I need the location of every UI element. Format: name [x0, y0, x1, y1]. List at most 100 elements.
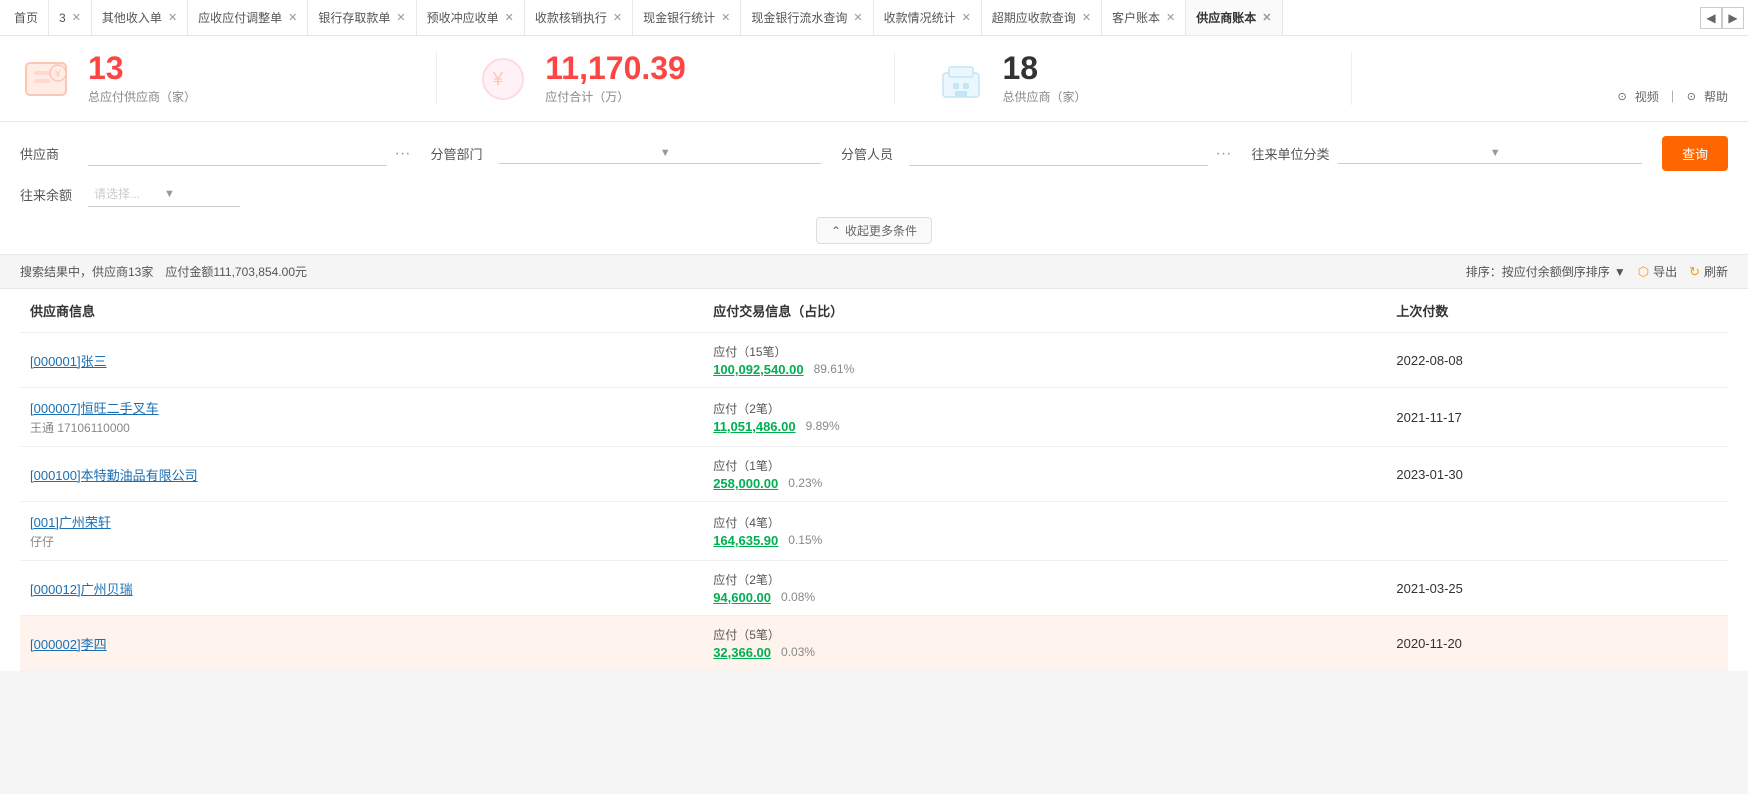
- circle-icon2: ⊙: [1687, 90, 1696, 103]
- supplier-payable-icon: ¥: [20, 53, 72, 105]
- table-row: [000012]广州贝瑞应付（2笔）94,600.000.08%2021-03-…: [20, 561, 1728, 616]
- payable-count: 应付（2笔）: [713, 571, 1376, 588]
- close-icon[interactable]: ✕: [1262, 11, 1271, 24]
- close-icon[interactable]: ✕: [72, 11, 81, 24]
- dept-dropdown[interactable]: ▼: [499, 143, 822, 164]
- nav-tab-collection-stats[interactable]: 收款情况统计 ✕: [874, 0, 982, 36]
- nav-tab-home[interactable]: 首页: [4, 0, 49, 36]
- payable-amount-link[interactable]: 11,051,486.00: [713, 419, 795, 434]
- balance-dropdown[interactable]: 请选择... ▼: [88, 181, 240, 207]
- nav-tab-payment-verify[interactable]: 收款核销执行 ✕: [525, 0, 633, 36]
- search-button[interactable]: 查询: [1662, 136, 1728, 171]
- supplier-input[interactable]: [88, 142, 387, 166]
- export-button[interactable]: ⬡ 导出: [1638, 263, 1677, 280]
- close-icon[interactable]: ✕: [721, 11, 730, 24]
- nav-tab-cash-bank-flow[interactable]: 现金银行流水查询 ✕: [741, 0, 873, 36]
- person-input[interactable]: [909, 142, 1208, 166]
- supplier-link[interactable]: [001]广州荣轩: [30, 515, 111, 530]
- payable-amount-link[interactable]: 164,635.90: [713, 533, 778, 548]
- nav-tab-bank-deposit[interactable]: 银行存取款单 ✕: [308, 0, 416, 36]
- supplier-link[interactable]: [000001]张三: [30, 354, 107, 369]
- nav-next-button[interactable]: ▶: [1722, 7, 1744, 29]
- balance-filter-label: 往来余额: [20, 185, 80, 204]
- close-icon[interactable]: ✕: [962, 11, 971, 24]
- payable-percentage: 0.15%: [788, 533, 822, 547]
- payable-count: 应付（5笔）: [713, 626, 1376, 643]
- payable-percentage: 0.03%: [781, 645, 815, 659]
- col-header-payable: 应付交易信息（占比）: [703, 289, 1386, 333]
- stat-label-payable: 总应付供应商（家）: [88, 88, 196, 105]
- payable-count: 应付（2笔）: [713, 400, 1376, 417]
- nav-tab-overdue-ar[interactable]: 超期应收款查询 ✕: [982, 0, 1102, 36]
- close-icon[interactable]: ✕: [505, 11, 514, 24]
- close-icon[interactable]: ✕: [853, 11, 862, 24]
- stat-number-all: 18: [1003, 52, 1087, 84]
- nav-tab-ar-ap-adjust[interactable]: 应收应付调整单 ✕: [188, 0, 308, 36]
- close-icon[interactable]: ✕: [288, 11, 297, 24]
- close-icon[interactable]: ✕: [613, 11, 622, 24]
- supplier-link[interactable]: [000002]李四: [30, 637, 107, 652]
- stats-bar: ¥ 13 总应付供应商（家） ¥ 11,170.39 应付合计（万）: [0, 36, 1748, 122]
- person-filter-label: 分管人员: [841, 144, 901, 163]
- stat-text-total: 11,170.39 应付合计（万）: [545, 52, 686, 105]
- chevron-down-icon-3: ▼: [164, 188, 234, 200]
- result-amount: 应付金额111,703,854.00元: [165, 263, 307, 280]
- category-dropdown[interactable]: ▼: [1338, 143, 1642, 164]
- video-link[interactable]: 视频: [1635, 88, 1659, 105]
- payable-percentage: 89.61%: [814, 362, 855, 376]
- result-bar-right: 排序：按应付余额倒序排序 ▼ ⬡ 导出 ↻ 刷新: [1466, 263, 1728, 280]
- stat-number-payable: 13: [88, 52, 196, 84]
- supplier-link[interactable]: [000012]广州贝瑞: [30, 582, 133, 597]
- sort-button[interactable]: 排序：按应付余额倒序排序 ▼: [1466, 263, 1626, 280]
- stat-label-total: 应付合计（万）: [545, 88, 686, 105]
- nav-prev-button[interactable]: ◀: [1700, 7, 1722, 29]
- person-dots-icon[interactable]: ···: [1216, 145, 1232, 163]
- refresh-button[interactable]: ↻ 刷新: [1689, 263, 1728, 280]
- payable-percentage: 9.89%: [806, 419, 840, 433]
- stat-text-payable: 13 总应付供应商（家）: [88, 52, 196, 105]
- supplier-link[interactable]: [000100]本特勤油品有限公司: [30, 468, 198, 483]
- nav-tab-customer-ledger[interactable]: 客户账本 ✕: [1102, 0, 1186, 36]
- table-area: 供应商信息 应付交易信息（占比） 上次付数 [000001]张三应付（15笔）1…: [0, 289, 1748, 671]
- supplier-sub-info: 仔仔: [30, 533, 693, 550]
- supplier-sub-info: 王通 17106110000: [30, 419, 693, 436]
- last-payment-cell: 2022-08-08: [1386, 333, 1728, 388]
- payable-count: 应付（4笔）: [713, 514, 1376, 531]
- col-header-supplier: 供应商信息: [20, 289, 703, 333]
- payable-amount-link[interactable]: 32,366.00: [713, 645, 771, 660]
- all-suppliers-icon: [935, 53, 987, 105]
- close-icon[interactable]: ✕: [168, 11, 177, 24]
- col-header-last-payment: 上次付数: [1386, 289, 1728, 333]
- payable-info-cell: 应付（2笔）94,600.000.08%: [703, 561, 1386, 616]
- table-row: [000001]张三应付（15笔）100,092,540.0089.61%202…: [20, 333, 1728, 388]
- result-bar-left: 搜索结果中，供应商13家 应付金额111,703,854.00元: [20, 263, 307, 280]
- payable-amount-link[interactable]: 94,600.00: [713, 590, 771, 605]
- nav-arrows: ◀ ▶: [1700, 7, 1744, 29]
- supplier-table: 供应商信息 应付交易信息（占比） 上次付数 [000001]张三应付（15笔）1…: [20, 289, 1728, 671]
- nav-tab-prepay-offset[interactable]: 预收冲应收单 ✕: [417, 0, 525, 36]
- nav-tab-other-income[interactable]: 其他收入单 ✕: [92, 0, 188, 36]
- payable-amount-link[interactable]: 100,092,540.00: [713, 362, 803, 377]
- close-icon[interactable]: ✕: [396, 11, 405, 24]
- filter-person: 分管人员 ···: [841, 142, 1232, 166]
- payable-amount-link[interactable]: 258,000.00: [713, 476, 778, 491]
- supplier-info-cell: [000001]张三: [20, 333, 703, 388]
- stat-label-all: 总供应商（家）: [1003, 88, 1087, 105]
- supplier-info-cell: [000002]李四: [20, 616, 703, 671]
- supplier-dots-icon[interactable]: ···: [395, 145, 411, 163]
- close-icon[interactable]: ✕: [1082, 11, 1091, 24]
- nav-tab-cash-bank-stats[interactable]: 现金银行统计 ✕: [633, 0, 741, 36]
- nav-tab-supplier-ledger[interactable]: 供应商账本 ✕: [1186, 0, 1282, 36]
- help-link[interactable]: 帮助: [1704, 88, 1728, 105]
- filter-supplier: 供应商 ···: [20, 142, 411, 166]
- supplier-info-cell: [000012]广州贝瑞: [20, 561, 703, 616]
- collapse-button[interactable]: ⌃ 收起更多条件: [816, 217, 932, 244]
- table-row: [001]广州荣轩仔仔 应付（4笔） 164,635.90 0.15%: [20, 502, 1728, 561]
- payable-info-cell: 应付（5笔） 32,366.00 0.03%: [703, 616, 1386, 671]
- supplier-link[interactable]: [000007]恒旺二手叉车: [30, 401, 159, 416]
- top-navigation: 首页 3 ✕ 其他收入单 ✕ 应收应付调整单 ✕ 银行存取款单 ✕ 预收冲应收单…: [0, 0, 1748, 36]
- nav-tab-3[interactable]: 3 ✕: [49, 0, 92, 36]
- close-icon[interactable]: ✕: [1166, 11, 1175, 24]
- supplier-info-cell: [000007]恒旺二手叉车王通 17106110000: [20, 388, 703, 447]
- export-icon: ⬡: [1638, 264, 1649, 280]
